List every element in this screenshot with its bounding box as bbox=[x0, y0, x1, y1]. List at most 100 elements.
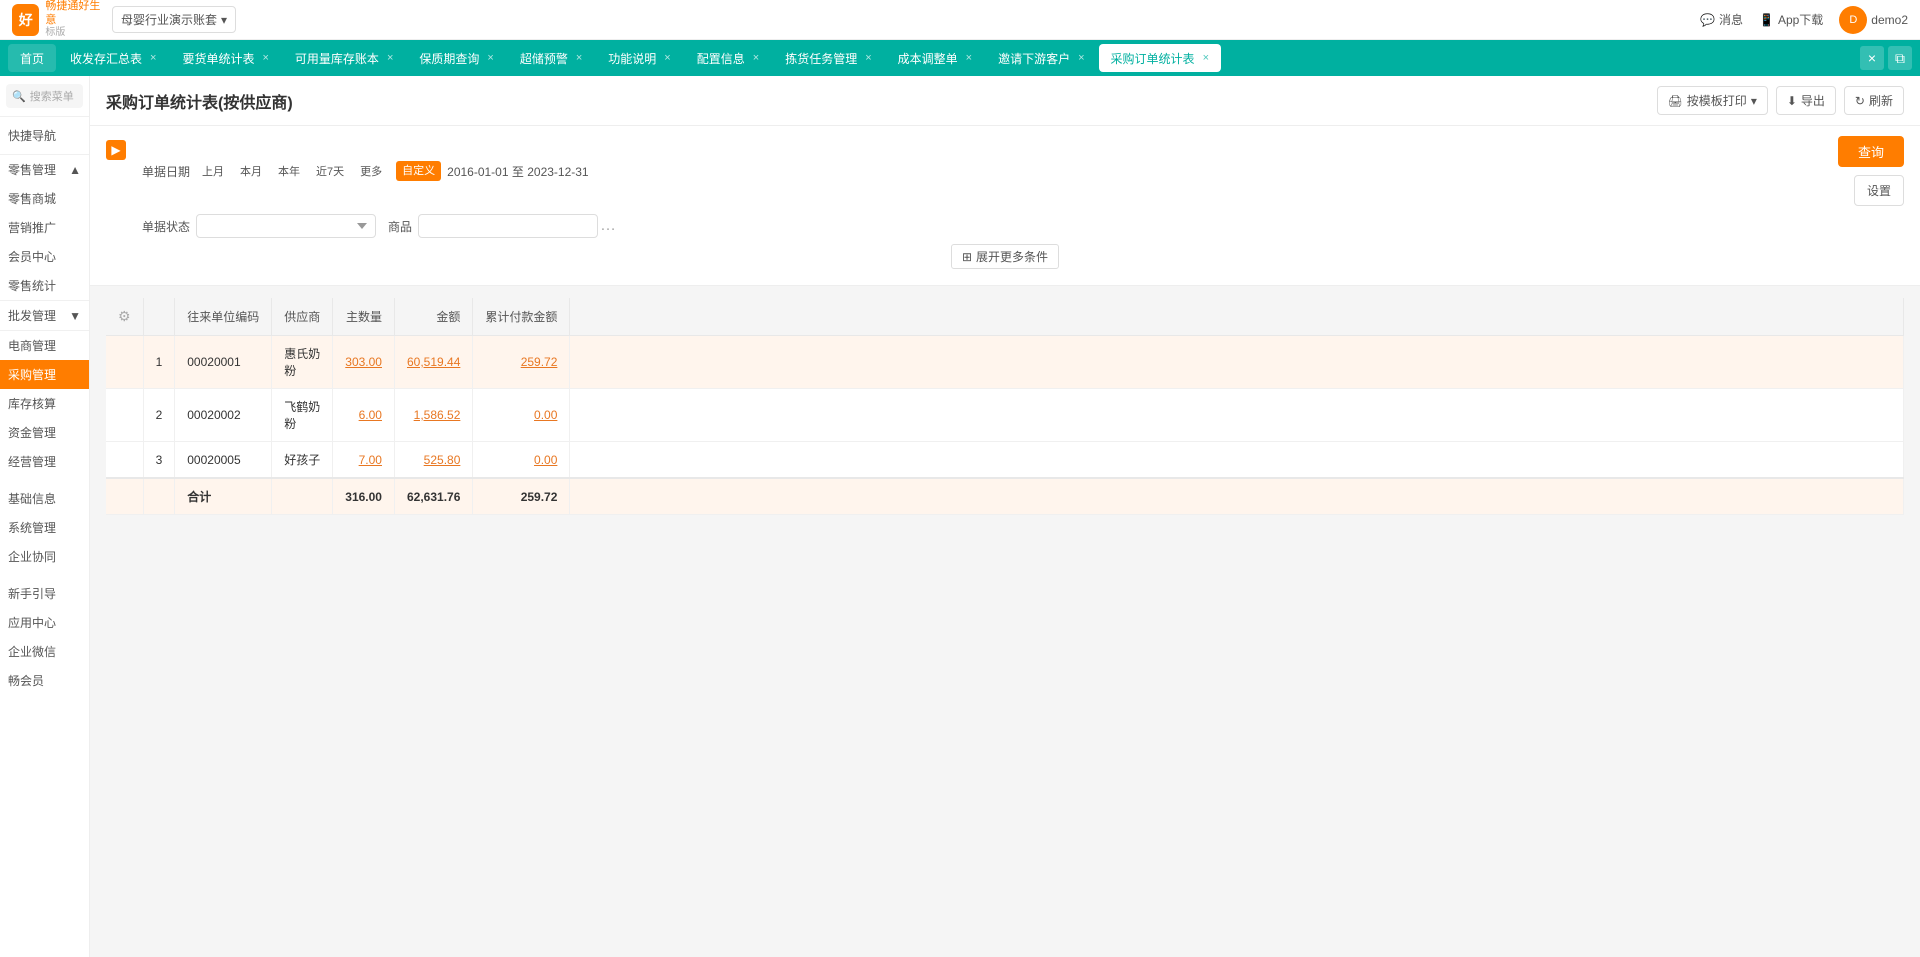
sidebar-item-retail-mgmt[interactable]: 零售管理 ▲ bbox=[0, 155, 89, 184]
top-right-actions: 💬 消息 📱 App下载 D demo2 bbox=[1700, 6, 1908, 34]
sidebar-search-area[interactable]: 🔍 搜索菜单 bbox=[0, 76, 89, 117]
tab-bqcx[interactable]: 保质期查询 × bbox=[407, 44, 505, 72]
tab-cchy[interactable]: 超储预警 × bbox=[508, 44, 594, 72]
sidebar-item-finance[interactable]: 资金管理 bbox=[0, 418, 89, 447]
table-footer: 合计 316.00 62,631.76 259.72 bbox=[106, 478, 1904, 515]
sidebar-item-enterprise-collab[interactable]: 企业协同 bbox=[0, 542, 89, 571]
col-supplier-code: 往来单位编码 bbox=[175, 298, 272, 336]
search-icon: 🔍 bbox=[12, 90, 26, 103]
close-tab-kylk[interactable]: × bbox=[387, 52, 393, 64]
shortcut-this-month[interactable]: 本月 bbox=[234, 161, 268, 181]
footer-paid: 259.72 bbox=[473, 478, 570, 515]
tab-home[interactable]: 首页 bbox=[8, 44, 56, 72]
footer-settings bbox=[106, 478, 143, 515]
cell-extra-2 bbox=[570, 389, 1904, 442]
tab-yfhz[interactable]: 要货单统计表 × bbox=[170, 44, 280, 72]
sidebar-item-basic-info[interactable]: 基础信息 bbox=[0, 484, 89, 513]
close-tab-cchy[interactable]: × bbox=[576, 52, 582, 64]
goods-input[interactable] bbox=[418, 214, 598, 238]
chevron-down-icon: ▾ bbox=[221, 13, 227, 27]
status-select[interactable] bbox=[196, 214, 376, 238]
user-menu[interactable]: D demo2 bbox=[1839, 6, 1908, 34]
goods-more-icon[interactable]: … bbox=[600, 217, 616, 235]
shortcut-this-year[interactable]: 本年 bbox=[272, 161, 306, 181]
table-row: 3 00020005 好孩子 7.00 525.80 0.00 bbox=[106, 442, 1904, 479]
export-button[interactable]: ⬇ 导出 bbox=[1776, 86, 1836, 115]
settings-icon[interactable]: ⚙ bbox=[118, 308, 131, 324]
close-tab-cgddtjb[interactable]: × bbox=[1203, 52, 1209, 64]
tab-gnsm[interactable]: 功能说明 × bbox=[596, 44, 682, 72]
shortcut-more[interactable]: 更多 bbox=[354, 161, 388, 181]
printer-icon: 🖨 bbox=[1668, 94, 1683, 108]
chevron-up-icon: ▲ bbox=[69, 163, 81, 177]
cell-rownum-2: 2 bbox=[143, 389, 175, 442]
message-button[interactable]: 💬 消息 bbox=[1700, 11, 1743, 28]
refresh-button[interactable]: ↻ 刷新 bbox=[1844, 86, 1904, 115]
nav-close-button[interactable]: × bbox=[1860, 46, 1884, 70]
sidebar-item-inventory[interactable]: 库存核算 bbox=[0, 389, 89, 418]
cell-amount-2[interactable]: 1,586.52 bbox=[394, 389, 472, 442]
sidebar-item-member[interactable]: 畅会员 bbox=[0, 666, 89, 695]
shortcut-last-month[interactable]: 上月 bbox=[196, 161, 230, 181]
nav-tabs-bar: 首页 收发存汇总表 × 要货单统计表 × 可用量库存账本 × 保质期查询 × 超… bbox=[0, 40, 1920, 76]
table-footer-row: 合计 316.00 62,631.76 259.72 bbox=[106, 478, 1904, 515]
tab-cbtz[interactable]: 成本调整单 × bbox=[886, 44, 984, 72]
sidebar-item-retail-stats[interactable]: 零售统计 bbox=[0, 271, 89, 300]
tab-yqxyyy[interactable]: 邀请下游客户 × bbox=[986, 44, 1096, 72]
shortcut-7days[interactable]: 近7天 bbox=[310, 161, 350, 181]
chevron-down-icon: ▾ bbox=[1751, 94, 1757, 108]
sidebar-item-member-center[interactable]: 会员中心 bbox=[0, 242, 89, 271]
cell-paid-2[interactable]: 0.00 bbox=[473, 389, 570, 442]
col-settings[interactable]: ⚙ bbox=[106, 298, 143, 336]
cell-qty-1[interactable]: 303.00 bbox=[333, 336, 395, 389]
close-tab-bqcx[interactable]: × bbox=[487, 52, 493, 64]
query-button[interactable]: 查询 bbox=[1838, 136, 1904, 167]
cell-paid-1[interactable]: 259.72 bbox=[473, 336, 570, 389]
tab-ph-task[interactable]: 拣货任务管理 × bbox=[773, 44, 883, 72]
sidebar-item-marketing[interactable]: 营销推广 bbox=[0, 213, 89, 242]
sidebar-item-operations[interactable]: 经营管理 bbox=[0, 447, 89, 476]
cell-paid-3[interactable]: 0.00 bbox=[473, 442, 570, 479]
sidebar-item-purchase-mgmt[interactable]: 采购管理 bbox=[0, 360, 89, 389]
close-tab-ph-task[interactable]: × bbox=[865, 52, 871, 64]
cell-qty-3[interactable]: 7.00 bbox=[333, 442, 395, 479]
close-tab-gnsm[interactable]: × bbox=[664, 52, 670, 64]
custom-badge[interactable]: 自定义 bbox=[396, 161, 441, 181]
page-header: 采购订单统计表(按供应商) 🖨 按模板打印 ▾ ⬇ 导出 ↻ 刷新 bbox=[90, 76, 1920, 126]
close-tab-cbtz[interactable]: × bbox=[966, 52, 972, 64]
sidebar-item-enterprise-wechat[interactable]: 企业微信 bbox=[0, 637, 89, 666]
close-tab-yfhz[interactable]: × bbox=[262, 52, 268, 64]
sidebar-item-new-guide[interactable]: 新手引导 bbox=[0, 579, 89, 608]
expand-filter-button[interactable]: ⊞ 展开更多条件 bbox=[951, 244, 1059, 269]
col-supplier-name: 供应商 bbox=[272, 298, 333, 336]
close-tab-pzxx[interactable]: × bbox=[753, 52, 759, 64]
sidebar-item-system-mgmt[interactable]: 系统管理 bbox=[0, 513, 89, 542]
close-tab-shfd[interactable]: × bbox=[150, 52, 156, 64]
cell-amount-3[interactable]: 525.80 bbox=[394, 442, 472, 479]
nav-restore-button[interactable]: ⧉ bbox=[1888, 46, 1912, 70]
workspace-selector[interactable]: 母婴行业演示账套 ▾ bbox=[112, 6, 236, 33]
sidebar-item-ecommerce[interactable]: 电商管理 bbox=[0, 331, 89, 360]
cell-amount-1[interactable]: 60,519.44 bbox=[394, 336, 472, 389]
setting-button[interactable]: 设置 bbox=[1854, 175, 1904, 206]
template-print-button[interactable]: 🖨 按模板打印 ▾ bbox=[1657, 86, 1768, 115]
app-download-button[interactable]: 📱 App下载 bbox=[1759, 11, 1823, 28]
purchase-order-table: ⚙ 往来单位编码 供应商 主数量 金额 累计付款金额 bbox=[106, 298, 1904, 515]
nav-right-controls: × ⧉ bbox=[1860, 46, 1912, 70]
tab-kylk[interactable]: 可用量库存账本 × bbox=[283, 44, 405, 72]
collapse-filter-button[interactable]: ▶ bbox=[106, 140, 126, 160]
sidebar-item-wholesale-mgmt[interactable]: 批发管理 ▼ bbox=[0, 301, 89, 330]
close-tab-yqxyyy[interactable]: × bbox=[1078, 52, 1084, 64]
tab-shfd[interactable]: 收发存汇总表 × bbox=[58, 44, 168, 72]
sidebar-item-quick-nav[interactable]: 快捷导航 bbox=[0, 121, 89, 150]
sidebar-search-box[interactable]: 🔍 搜索菜单 bbox=[6, 84, 83, 108]
filter-row-1: 单据日期 上月 本月 本年 近7天 更多 自定义 2016-01-01 bbox=[142, 136, 1904, 206]
col-paid: 累计付款金额 bbox=[473, 298, 570, 336]
cell-qty-2[interactable]: 6.00 bbox=[333, 389, 395, 442]
tab-pzxx[interactable]: 配置信息 × bbox=[685, 44, 771, 72]
tab-cgddtjb[interactable]: 采购订单统计表 × bbox=[1099, 44, 1221, 72]
sidebar-item-app-center[interactable]: 应用中心 bbox=[0, 608, 89, 637]
filter-row-2: 单据状态 商品 … bbox=[142, 214, 1904, 238]
page-header-actions: 🖨 按模板打印 ▾ ⬇ 导出 ↻ 刷新 bbox=[1657, 86, 1904, 115]
sidebar-item-retail-shop[interactable]: 零售商城 bbox=[0, 184, 89, 213]
